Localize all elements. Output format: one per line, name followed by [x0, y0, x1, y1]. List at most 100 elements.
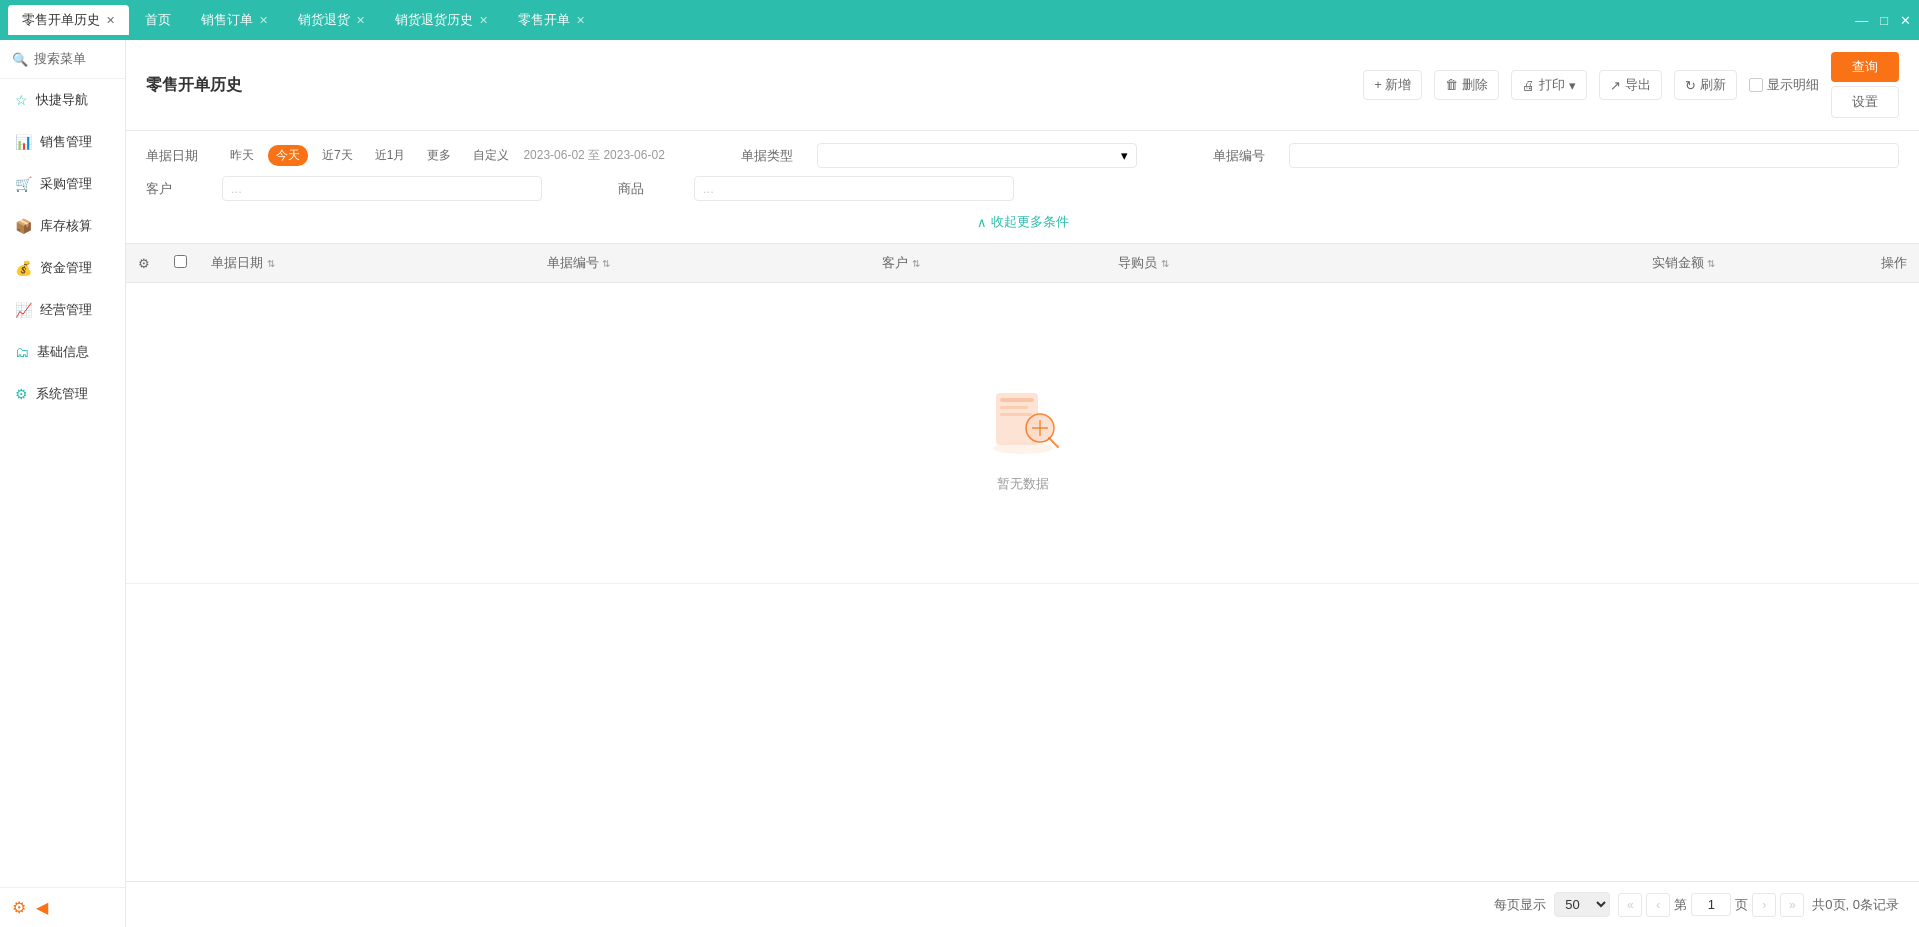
- empty-text: 暂无数据: [997, 475, 1049, 493]
- sidebar-bottom: ⚙ ◀: [0, 887, 125, 927]
- first-page-button[interactable]: «: [1618, 893, 1642, 917]
- sidebar-item-inventory[interactable]: 📦 库存核算: [0, 205, 125, 247]
- operations-icon: 📈: [15, 302, 32, 318]
- empty-state-row: 暂无数据: [126, 283, 1919, 584]
- sort-no-icon[interactable]: ⇅: [602, 258, 610, 269]
- tab-close-icon[interactable]: ✕: [356, 14, 365, 27]
- collapse-button[interactable]: ∧ 收起更多条件: [146, 209, 1899, 235]
- sidebar-item-system-mgmt[interactable]: ⚙ 系统管理: [0, 373, 125, 415]
- last-page-button[interactable]: »: [1780, 893, 1804, 917]
- th-amount[interactable]: 实销金额 ⇅: [1392, 244, 1728, 283]
- date-btn-7days[interactable]: 近7天: [314, 145, 361, 166]
- close-button[interactable]: ✕: [1900, 13, 1911, 28]
- sidebar-item-sales-mgmt[interactable]: 📊 销售管理: [0, 121, 125, 163]
- add-button[interactable]: + 新增: [1363, 70, 1422, 100]
- th-customer-label: 客户: [882, 255, 908, 270]
- sidebar-search[interactable]: 🔍 搜索菜单: [0, 40, 125, 79]
- th-action-label: 操作: [1881, 255, 1907, 270]
- per-page-label: 每页显示: [1494, 896, 1546, 914]
- display-cols-checkbox[interactable]: [1749, 78, 1763, 92]
- tab-sales-return[interactable]: 销货退货 ✕: [284, 5, 379, 35]
- th-no[interactable]: 单据编号 ⇅: [535, 244, 871, 283]
- finance-icon: 💰: [15, 260, 32, 276]
- bill-type-select[interactable]: ▾: [817, 143, 1137, 168]
- date-btn-yesterday[interactable]: 昨天: [222, 145, 262, 166]
- search-icon: 🔍: [12, 52, 28, 67]
- tab-close-icon[interactable]: ✕: [259, 14, 268, 27]
- refresh-label: 刷新: [1700, 76, 1726, 94]
- date-btn-today[interactable]: 今天: [268, 145, 308, 166]
- display-cols-toggle[interactable]: 显示明细: [1749, 76, 1819, 94]
- delete-button[interactable]: 🗑 删除: [1434, 70, 1499, 100]
- total-records: 共0页, 0条记录: [1812, 896, 1899, 914]
- sidebar-item-quick-nav[interactable]: ☆ 快捷导航: [0, 79, 125, 121]
- th-customer[interactable]: 客户 ⇅: [870, 244, 1106, 283]
- gear-icon[interactable]: ⚙: [138, 256, 150, 271]
- refresh-button[interactable]: ↻ 刷新: [1674, 70, 1737, 100]
- sidebar-item-operations[interactable]: 📈 经营管理: [0, 289, 125, 331]
- select-all-checkbox[interactable]: [174, 255, 187, 268]
- sidebar-item-label: 快捷导航: [36, 91, 88, 109]
- tab-close-icon[interactable]: ✕: [106, 14, 115, 27]
- sidebar-item-label: 系统管理: [36, 385, 88, 403]
- product-label: 商品: [618, 180, 678, 198]
- toolbar: + 新增 🗑 删除 🖨 打印 ▾ ↗ 导出 ↻ 刷新 显示明细: [1363, 52, 1899, 118]
- tab-retail-history[interactable]: 零售开单历史 ✕: [8, 5, 129, 35]
- print-label: 打印: [1539, 76, 1565, 94]
- base-info-icon: 🗂: [15, 344, 29, 360]
- setting-button[interactable]: 设置: [1831, 86, 1899, 118]
- date-btn-1month[interactable]: 近1月: [367, 145, 414, 166]
- collapse-icon[interactable]: ◀: [36, 898, 48, 917]
- collapse-up-icon: ∧: [977, 215, 987, 230]
- sort-amount-icon[interactable]: ⇅: [1707, 258, 1715, 269]
- tab-close-icon[interactable]: ✕: [576, 14, 585, 27]
- page-number-input[interactable]: [1691, 893, 1731, 916]
- next-page-button[interactable]: ›: [1752, 893, 1776, 917]
- date-btn-more[interactable]: 更多: [419, 145, 459, 166]
- tab-retail-open[interactable]: 零售开单 ✕: [504, 5, 599, 35]
- inventory-icon: 📦: [15, 218, 32, 234]
- page-suffix: 页: [1735, 896, 1748, 914]
- sales-mgmt-icon: 📊: [15, 134, 32, 150]
- print-button[interactable]: 🖨 打印 ▾: [1511, 70, 1587, 100]
- sort-date-icon[interactable]: ⇅: [267, 258, 275, 269]
- query-button[interactable]: 查询: [1831, 52, 1899, 82]
- th-no-label: 单据编号: [547, 255, 599, 270]
- th-salesperson[interactable]: 导购员 ⇅: [1106, 244, 1392, 283]
- table-header-row: ⚙ 单据日期 ⇅ 单据编号 ⇅: [126, 244, 1919, 283]
- filter-area: 单据日期 昨天 今天 近7天 近1月 更多 自定义 2023-06-02 至 2…: [126, 131, 1919, 244]
- page-header: 零售开单历史 + 新增 🗑 删除 🖨 打印 ▾ ↗ 导出 ↻ 刷新: [126, 40, 1919, 131]
- filter-row-1: 单据日期 昨天 今天 近7天 近1月 更多 自定义 2023-06-02 至 2…: [146, 143, 1899, 168]
- sidebar-item-label: 库存核算: [40, 217, 92, 235]
- th-date[interactable]: 单据日期 ⇅: [199, 244, 535, 283]
- bill-no-input[interactable]: [1289, 143, 1899, 168]
- tab-label: 销售订单: [201, 11, 253, 29]
- sidebar-item-label: 资金管理: [40, 259, 92, 277]
- sidebar-item-purchase-mgmt[interactable]: 🛒 采购管理: [0, 163, 125, 205]
- search-label: 搜索菜单: [34, 50, 86, 68]
- tab-sales-order[interactable]: 销售订单 ✕: [187, 5, 282, 35]
- th-gear[interactable]: ⚙: [126, 244, 162, 283]
- minimize-button[interactable]: —: [1855, 13, 1868, 28]
- th-amount-label: 实销金额: [1652, 255, 1704, 270]
- th-checkbox[interactable]: [162, 244, 199, 283]
- tab-close-icon[interactable]: ✕: [479, 14, 488, 27]
- print-dropdown-icon: ▾: [1569, 78, 1576, 93]
- sidebar-item-finance[interactable]: 💰 资金管理: [0, 247, 125, 289]
- sort-customer-icon[interactable]: ⇅: [912, 258, 920, 269]
- sort-salesperson-icon[interactable]: ⇅: [1161, 258, 1169, 269]
- tab-sales-return-history[interactable]: 销货退货历史 ✕: [381, 5, 502, 35]
- settings-icon[interactable]: ⚙: [12, 898, 26, 917]
- customer-input[interactable]: ...: [222, 176, 542, 201]
- tab-home[interactable]: 首页: [131, 5, 185, 35]
- page-size-select[interactable]: 10 20 50 100: [1554, 892, 1610, 917]
- sidebar-item-base-info[interactable]: 🗂 基础信息: [0, 331, 125, 373]
- export-button[interactable]: ↗ 导出: [1599, 70, 1662, 100]
- prev-page-button[interactable]: ‹: [1646, 893, 1670, 917]
- maximize-button[interactable]: □: [1880, 13, 1888, 28]
- date-btn-custom[interactable]: 自定义: [465, 145, 517, 166]
- svg-rect-3: [1000, 406, 1028, 409]
- query-btns: 查询 设置: [1831, 52, 1899, 118]
- data-table: ⚙ 单据日期 ⇅ 单据编号 ⇅: [126, 244, 1919, 584]
- product-input[interactable]: ...: [694, 176, 1014, 201]
